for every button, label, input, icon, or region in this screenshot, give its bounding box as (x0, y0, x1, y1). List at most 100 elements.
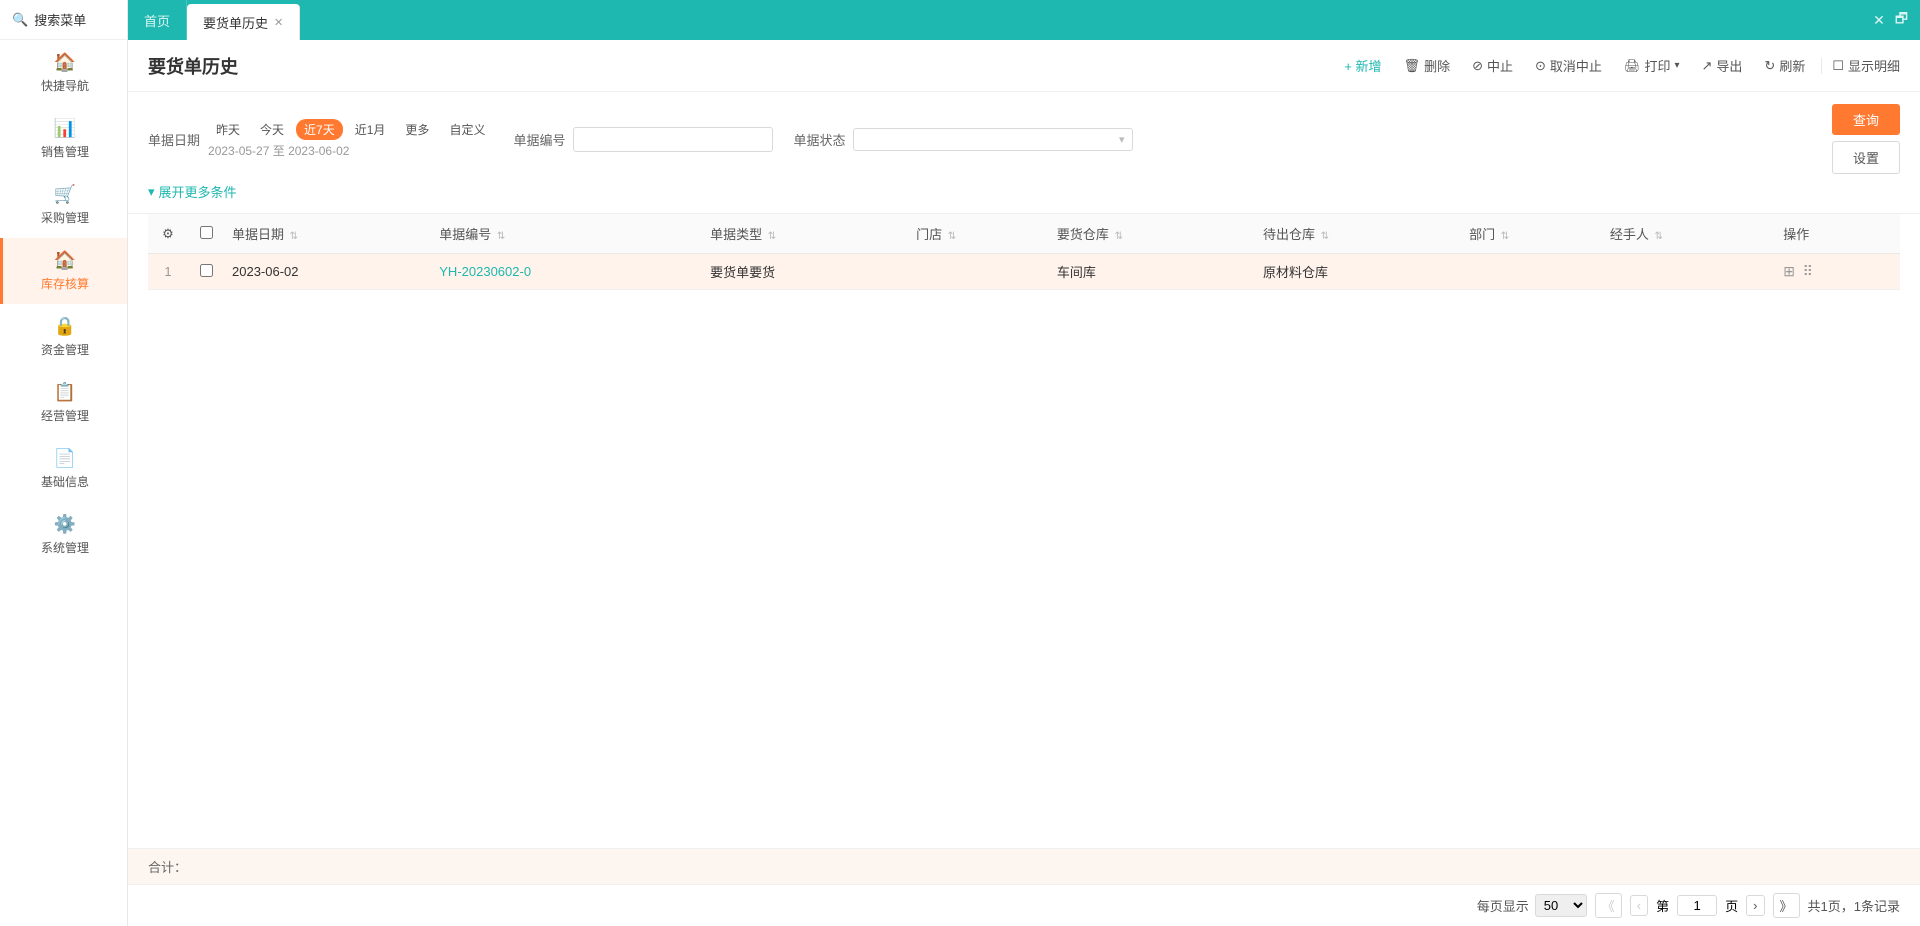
home-icon: 🏠 (54, 52, 76, 73)
lock-icon: 🔒 (54, 316, 76, 337)
th-checkbox[interactable] (188, 214, 224, 254)
row-date: 2023-06-02 (224, 254, 431, 290)
row-checkbox[interactable] (188, 254, 224, 290)
th-dept[interactable]: 部门 ⇅ (1461, 214, 1602, 254)
main-area: 首页 要货单历史 ✕ ✕ 🗗 要货单历史 + 新增 🗑 删除 ⊘ 中止 (128, 0, 1920, 926)
th-operation: 操作 (1775, 214, 1900, 254)
operations-icon: 📋 (54, 382, 76, 403)
refresh-icon: ↻ (1764, 58, 1775, 74)
tab-home-label: 首页 (144, 11, 170, 30)
tab-bar: 首页 要货单历史 ✕ ✕ 🗗 (128, 0, 1920, 40)
sidebar-item-sales[interactable]: 📊 销售管理 (0, 106, 127, 172)
th-date[interactable]: 单据日期 ⇅ (224, 214, 431, 254)
th-store[interactable]: 门店 ⇅ (908, 214, 1049, 254)
checkbox-icon: ☐ (1832, 58, 1844, 74)
shortcut-7days[interactable]: 近7天 (296, 119, 343, 140)
expand-more-button[interactable]: ▾ 展开更多条件 (148, 182, 1900, 201)
export-button[interactable]: ↗ 导出 (1695, 52, 1748, 79)
filter-doc-status: 单据状态 ▾ (793, 128, 1133, 151)
print-button[interactable]: 🖨 打印 ▾ (1618, 52, 1686, 79)
row-more-icon[interactable]: ⠿ (1803, 263, 1813, 279)
cancel-stop-icon: ⊙ (1535, 58, 1546, 74)
window-restore-icon[interactable]: 🗗 (1895, 8, 1908, 32)
shortcut-custom[interactable]: 自定义 (441, 119, 493, 140)
th-doc-type[interactable]: 单据类型 ⇅ (702, 214, 908, 254)
pagination-bar: 每页显示 20 50 100 《 ‹ 第 1 页 › 》 共1页，1条记录 (128, 884, 1920, 926)
th-doc-number[interactable]: 单据编号 ⇅ (431, 214, 702, 254)
page-content: 要货单历史 + 新增 🗑 删除 ⊘ 中止 ⊙ 取消中止 🖨 打印 (128, 40, 1920, 926)
sort-icon-date: ⇅ (290, 231, 298, 242)
page-number-input[interactable]: 1 (1677, 895, 1717, 916)
prev-page-button[interactable]: ‹ (1630, 895, 1648, 916)
delete-button[interactable]: 🗑 删除 (1398, 52, 1457, 79)
cancel-stop-button[interactable]: ⊙ 取消中止 (1529, 52, 1608, 79)
total-label: 合计： (148, 860, 187, 875)
th-handler[interactable]: 经手人 ⇅ (1602, 214, 1775, 254)
window-close-icon[interactable]: ✕ (1873, 12, 1885, 29)
row-handler (1602, 254, 1775, 290)
first-page-button[interactable]: 《 (1595, 893, 1622, 918)
tab-requisition-history[interactable]: 要货单历史 ✕ (187, 4, 300, 40)
tab-home[interactable]: 首页 (128, 0, 187, 40)
next-page-button[interactable]: › (1746, 895, 1764, 916)
filter-date: 单据日期 昨天 今天 近7天 近1月 更多 自定义 2023-05-27 至 2… (148, 119, 493, 159)
query-button[interactable]: 查询 (1832, 104, 1900, 135)
inventory-icon: 🏠 (54, 250, 76, 271)
date-shortcuts: 昨天 今天 近7天 近1月 更多 自定义 2023-05-27 至 2023-0… (208, 119, 493, 159)
last-page-button[interactable]: 》 (1773, 893, 1800, 918)
action-buttons: 查询 设置 (1832, 104, 1900, 174)
page-jump-label: 第 (1656, 896, 1669, 915)
sidebar-item-label: 库存核算 (41, 275, 89, 292)
sidebar-item-purchase[interactable]: 🛒 采购管理 (0, 172, 127, 238)
sidebar-item-label: 经营管理 (41, 407, 89, 424)
table-footer: 合计： (128, 848, 1920, 884)
row-dept (1461, 254, 1602, 290)
filter-area: 单据日期 昨天 今天 近7天 近1月 更多 自定义 2023-05-27 至 2… (128, 92, 1920, 214)
th-req-warehouse[interactable]: 要货仓库 ⇅ (1049, 214, 1255, 254)
chart-icon: 📊 (54, 118, 76, 139)
sidebar-item-label: 销售管理 (41, 143, 89, 160)
sort-icon-dept: ⇅ (1501, 231, 1509, 242)
chevron-down-icon: ▾ (148, 184, 155, 200)
toolbar-divider (1821, 58, 1822, 74)
sidebar-item-operations[interactable]: 📋 经营管理 (0, 370, 127, 436)
search-icon: 🔍 (12, 12, 28, 28)
sidebar-item-quick-nav[interactable]: 🏠 快捷导航 (0, 40, 127, 106)
cart-icon: 🛒 (54, 184, 76, 205)
doc-number-input[interactable] (573, 127, 773, 152)
row-operations: ⊞ ⠿ (1775, 254, 1900, 290)
refresh-button[interactable]: ↻ 刷新 (1758, 52, 1811, 79)
row-select-checkbox[interactable] (200, 264, 213, 277)
sort-icon-store: ⇅ (948, 231, 956, 242)
sidebar-search[interactable]: 🔍 搜索菜单 (0, 0, 127, 40)
document-icon: 📄 (54, 448, 76, 469)
data-table: ⚙ 单据日期 ⇅ 单据编号 ⇅ 单据类型 ⇅ (148, 214, 1900, 290)
sidebar-item-base-info[interactable]: 📄 基础信息 (0, 436, 127, 502)
th-settings[interactable]: ⚙ (148, 214, 188, 254)
display-detail-toggle[interactable]: ☐ 显示明细 (1832, 56, 1900, 75)
row-doc-number[interactable]: YH-20230602-0 (431, 254, 702, 290)
row-view-icon[interactable]: ⊞ (1783, 263, 1795, 279)
per-page-select[interactable]: 20 50 100 (1535, 894, 1587, 917)
tab-close-icon[interactable]: ✕ (274, 16, 283, 29)
sidebar-item-finance[interactable]: 🔒 资金管理 (0, 304, 127, 370)
th-pending-warehouse[interactable]: 待出仓库 ⇅ (1255, 214, 1461, 254)
select-all-checkbox[interactable] (200, 226, 213, 239)
pagination-summary: 共1页，1条记录 (1808, 896, 1900, 915)
shortcut-more[interactable]: 更多 (397, 119, 437, 140)
delete-icon: 🗑 (1404, 58, 1421, 74)
sort-icon-pending-warehouse: ⇅ (1321, 231, 1329, 242)
sidebar-item-inventory[interactable]: 🏠 库存核算 (0, 238, 127, 304)
shortcut-today[interactable]: 今天 (252, 119, 292, 140)
doc-status-select[interactable]: ▾ (853, 128, 1133, 151)
page-header: 要货单历史 + 新增 🗑 删除 ⊘ 中止 ⊙ 取消中止 🖨 打印 (128, 40, 1920, 92)
date-shortcut-group: 昨天 今天 近7天 近1月 更多 自定义 (208, 119, 493, 140)
stop-button[interactable]: ⊘ 中止 (1466, 52, 1519, 79)
sort-icon-doc-type: ⇅ (768, 231, 776, 242)
sidebar-item-system[interactable]: ⚙️ 系统管理 (0, 502, 127, 568)
shortcut-1month[interactable]: 近1月 (347, 119, 394, 140)
new-button[interactable]: + 新增 (1338, 52, 1387, 79)
page-title: 要货单历史 (148, 53, 238, 79)
shortcut-yesterday[interactable]: 昨天 (208, 119, 248, 140)
settings-button[interactable]: 设置 (1832, 141, 1900, 174)
